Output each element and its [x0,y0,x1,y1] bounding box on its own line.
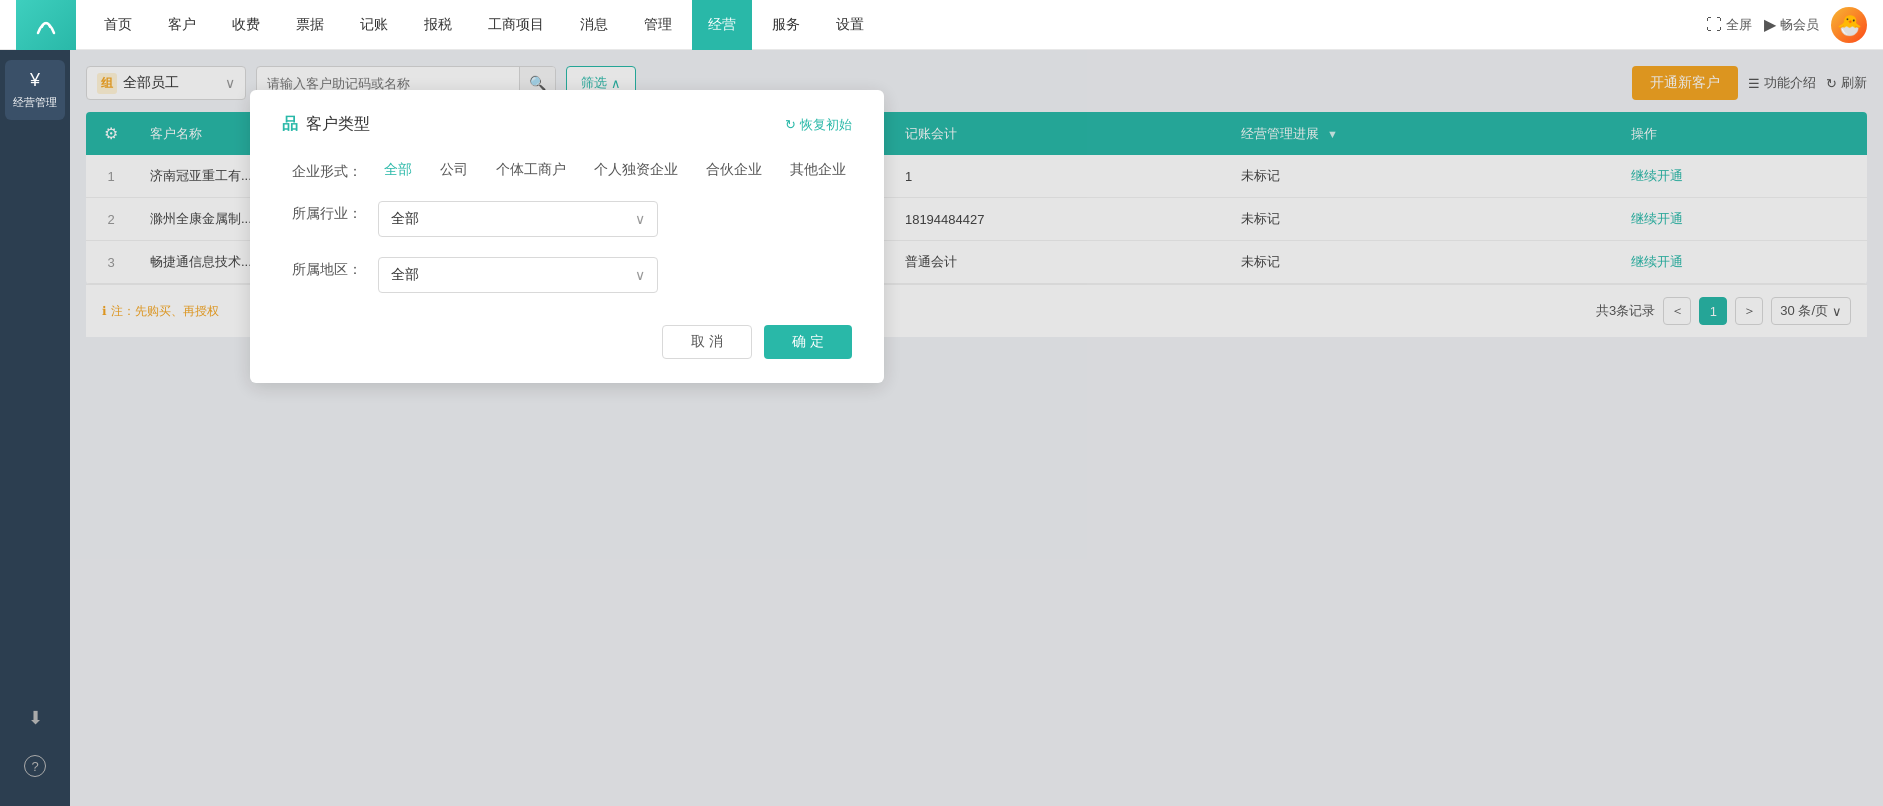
region-select-value: 全部 [391,266,419,284]
nav-item-invoice[interactable]: 票据 [280,0,340,50]
help-button[interactable]: ? [15,746,55,786]
enterprise-form-label: 企业形式： [282,159,362,181]
app-logo [16,0,76,50]
vip-label: 畅会员 [1780,16,1819,34]
nav-item-account[interactable]: 记账 [344,0,404,50]
nav-item-service[interactable]: 服务 [756,0,816,50]
region-select-arrow-icon: ∨ [635,267,645,283]
industry-select-value: 全部 [391,210,419,228]
filter-modal: 品 客户类型 ↻ 恢复初始 企业形式： 全部 公司 个体工商户 个人独资企业 合… [250,90,884,383]
vip-button[interactable]: ▶ 畅会员 [1764,15,1819,34]
modal-title: 品 客户类型 [282,114,370,135]
modal-header: 品 客户类型 ↻ 恢复初始 [282,114,852,135]
nav-item-operation[interactable]: 经营 [692,0,752,50]
nav-item-industry[interactable]: 工商项目 [472,0,560,50]
nav-item-fee[interactable]: 收费 [216,0,276,50]
region-select-container: 全部 ∨ [378,257,852,293]
option-sole[interactable]: 个人独资企业 [588,159,684,181]
option-individual[interactable]: 个体工商户 [490,159,572,181]
download-icon: ⬇ [28,707,43,729]
option-partnership[interactable]: 合伙企业 [700,159,768,181]
download-button[interactable]: ⬇ [15,698,55,738]
option-all[interactable]: 全部 [378,159,418,181]
industry-row: 所属行业： 全部 ∨ [282,201,852,237]
fullscreen-label: 全屏 [1726,16,1752,34]
vip-icon: ▶ [1764,15,1776,34]
industry-label: 所属行业： [282,201,362,223]
enterprise-form-options: 全部 公司 个体工商户 个人独资企业 合伙企业 其他企业 [378,159,852,181]
reset-button[interactable]: ↻ 恢复初始 [785,116,852,134]
sidebar-bottom: ⬇ ? [15,698,55,806]
reset-label: 恢复初始 [800,116,852,134]
fullscreen-button[interactable]: ⛶ 全屏 [1706,16,1752,34]
sidebar-item-operation-manage[interactable]: ¥ 经营管理 [5,60,65,120]
confirm-button[interactable]: 确 定 [764,325,852,359]
help-icon: ? [24,755,46,777]
modal-footer: 取 消 确 定 [282,325,852,359]
option-group: 全部 公司 个体工商户 个人独资企业 合伙企业 其他企业 [378,159,852,181]
modal-title-icon: 品 [282,114,298,135]
modal-title-text: 客户类型 [306,114,370,135]
fullscreen-icon: ⛶ [1706,16,1722,34]
industry-select[interactable]: 全部 ∨ [378,201,658,237]
sidebar-item-label: 经营管理 [13,95,57,110]
top-nav: 首页 客户 收费 票据 记账 报税 工商项目 消息 管理 经营 服务 设置 ⛶ … [0,0,1883,50]
avatar[interactable]: 🐣 [1831,7,1867,43]
yuan-icon: ¥ [30,70,40,91]
enterprise-form-row: 企业形式： 全部 公司 个体工商户 个人独资企业 合伙企业 其他企业 [282,159,852,181]
region-label: 所属地区： [282,257,362,279]
nav-items: 首页 客户 收费 票据 记账 报税 工商项目 消息 管理 经营 服务 设置 [88,0,1706,50]
reset-icon: ↻ [785,117,796,132]
region-row: 所属地区： 全部 ∨ [282,257,852,293]
option-other[interactable]: 其他企业 [784,159,852,181]
option-company[interactable]: 公司 [434,159,474,181]
nav-item-settings[interactable]: 设置 [820,0,880,50]
nav-item-home[interactable]: 首页 [88,0,148,50]
modal-overlay: 品 客户类型 ↻ 恢复初始 企业形式： 全部 公司 个体工商户 个人独资企业 合… [70,50,1883,806]
nav-item-tax[interactable]: 报税 [408,0,468,50]
nav-right: ⛶ 全屏 ▶ 畅会员 🐣 [1706,7,1867,43]
nav-item-customer[interactable]: 客户 [152,0,212,50]
industry-select-container: 全部 ∨ [378,201,852,237]
region-select[interactable]: 全部 ∨ [378,257,658,293]
nav-item-message[interactable]: 消息 [564,0,624,50]
cancel-button[interactable]: 取 消 [662,325,752,359]
nav-item-manage[interactable]: 管理 [628,0,688,50]
industry-select-arrow-icon: ∨ [635,211,645,227]
sidebar: ¥ 经营管理 ⬇ ? [0,50,70,806]
